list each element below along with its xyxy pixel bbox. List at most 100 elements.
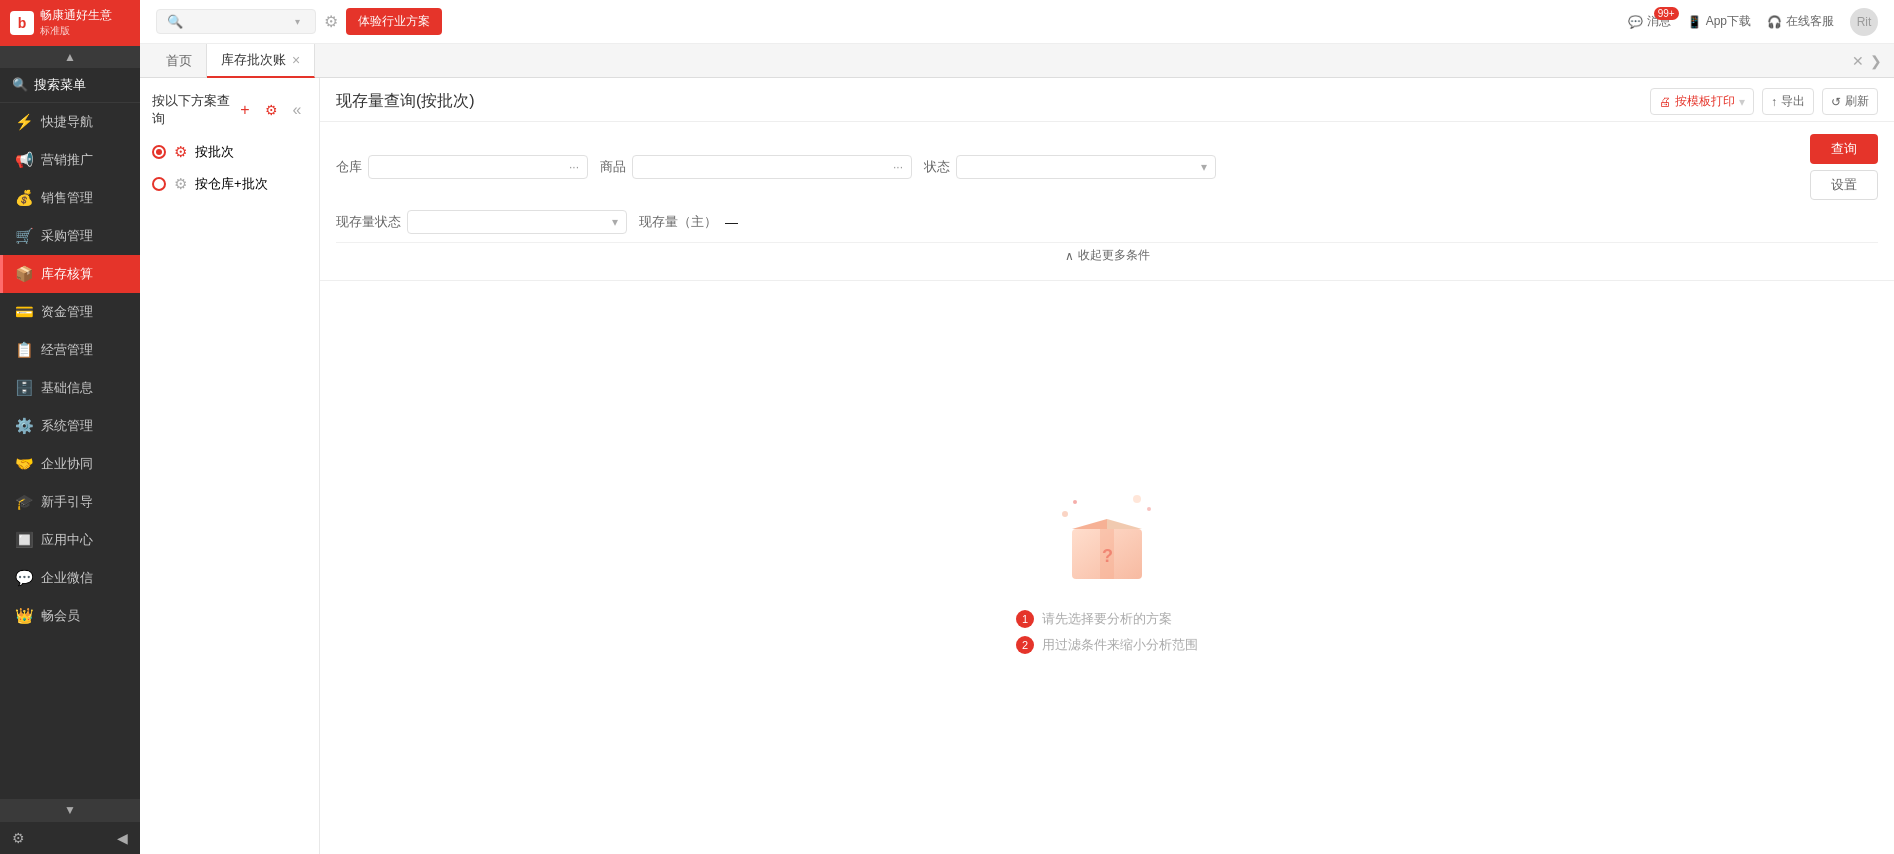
sidebar-item-label: 采购管理 <box>41 227 93 245</box>
sidebar-item-member[interactable]: 👑 畅会员 <box>0 597 140 635</box>
add-scheme-btn[interactable]: + <box>235 100 255 120</box>
left-panel-title: 按以下方案查询 <box>152 92 235 128</box>
status-select[interactable]: ▾ <box>956 155 1216 179</box>
collapse-more-icon: ∧ <box>1065 249 1074 263</box>
scroll-up-btn[interactable]: ▲ <box>0 46 140 68</box>
hint-item-1: 1 请先选择要分析的方案 <box>1016 610 1198 628</box>
sidebar-item-appstore[interactable]: 🔲 应用中心 <box>0 521 140 559</box>
wechat-icon: 💬 <box>15 569 33 587</box>
refresh-icon: ↺ <box>1831 95 1841 109</box>
status-filter: 状态 ▾ <box>924 155 1216 179</box>
tab-inventory-batch[interactable]: 库存批次账 × <box>207 44 315 78</box>
main-area: 🔍 ▾ ⚙ 体验行业方案 💬 消息 99+ 📱 App下载 🎧 在线客服 <box>140 0 1894 854</box>
appstore-icon: 🔲 <box>15 531 33 549</box>
scroll-down-btn[interactable]: ▼ <box>0 799 140 821</box>
sidebar-item-label: 应用中心 <box>41 531 93 549</box>
refresh-btn-label: 刷新 <box>1845 93 1869 110</box>
sidebar-item-inventory[interactable]: 📦 库存核算 <box>0 255 140 293</box>
collapse-more-btn[interactable]: ∧ 收起更多条件 <box>336 242 1878 268</box>
sidebar-item-purchase[interactable]: 🛒 采购管理 <box>0 217 140 255</box>
search-bar[interactable]: 🔍 ▾ <box>156 9 316 34</box>
phone-icon: 📱 <box>1687 15 1702 29</box>
sidebar-item-sales[interactable]: 💰 销售管理 <box>0 179 140 217</box>
gear-icon[interactable]: ⚙ <box>324 12 338 31</box>
sidebar-item-finance[interactable]: 💳 资金管理 <box>0 293 140 331</box>
version-label: 标准版 <box>40 24 112 38</box>
page-header-actions: 🖨 按模板打印 ▾ ↑ 导出 ↺ 刷新 <box>1650 88 1878 115</box>
qty-range: — <box>725 215 738 230</box>
scheme-by-batch[interactable]: ⚙ 按批次 <box>140 136 319 168</box>
print-arrow-icon[interactable]: ▾ <box>1739 95 1745 109</box>
export-icon: ↑ <box>1771 95 1777 109</box>
warehouse-label: 仓库 <box>336 158 362 176</box>
user-avatar[interactable]: Rit <box>1850 8 1878 36</box>
finance-icon: 💳 <box>15 303 33 321</box>
refresh-btn[interactable]: ↺ 刷新 <box>1822 88 1878 115</box>
enterprise-icon: 🤝 <box>15 455 33 473</box>
sidebar-item-operations[interactable]: 📋 经营管理 <box>0 331 140 369</box>
svg-point-5 <box>1133 495 1141 503</box>
filter-settings-btn[interactable]: 设置 <box>1810 170 1878 200</box>
sidebar-item-marketing[interactable]: 📢 营销推广 <box>0 141 140 179</box>
close-tab-icon[interactable]: × <box>292 52 300 68</box>
user-avatar-text: Rit <box>1857 15 1872 29</box>
sidebar-item-label: 资金管理 <box>41 303 93 321</box>
tab-home[interactable]: 首页 <box>152 44 207 78</box>
tabs-actions: ✕ ❯ <box>1852 53 1882 69</box>
brand-name: 畅康通好生意 <box>40 8 112 24</box>
sidebar-item-newbie[interactable]: 🎓 新手引导 <box>0 483 140 521</box>
qty-dash: — <box>725 215 738 230</box>
sidebar-item-system[interactable]: ⚙️ 系统管理 <box>0 407 140 445</box>
experience-btn[interactable]: 体验行业方案 <box>346 8 442 35</box>
inventory-status-label: 现存量状态 <box>336 213 401 231</box>
system-icon: ⚙️ <box>15 417 33 435</box>
warehouse-filter: 仓库 ··· <box>336 155 588 179</box>
scheme-icon: ⚙ <box>174 143 187 161</box>
basic-icon: 🗄️ <box>15 379 33 397</box>
search-menu-label: 搜索菜单 <box>34 76 86 94</box>
search-input[interactable] <box>189 15 289 29</box>
warehouse-input[interactable]: ··· <box>368 155 588 179</box>
sidebar-item-wechat[interactable]: 💬 企业微信 <box>0 559 140 597</box>
product-more-icon: ··· <box>893 160 903 174</box>
tab-home-label: 首页 <box>166 52 192 70</box>
app-download-btn[interactable]: 📱 App下载 <box>1687 13 1751 30</box>
sidebar-item-basic[interactable]: 🗄️ 基础信息 <box>0 369 140 407</box>
filter-bar: 仓库 ··· 商品 ··· <box>320 122 1894 281</box>
hint-item-2: 2 用过滤条件来缩小分析范围 <box>1016 636 1198 654</box>
online-service-btn[interactable]: 🎧 在线客服 <box>1767 13 1834 30</box>
inventory-status-select[interactable]: ▾ <box>407 210 627 234</box>
search-menu-btn[interactable]: 🔍 搜索菜单 <box>0 68 140 103</box>
sidebar-item-quick-nav[interactable]: ⚡ 快捷导航 <box>0 103 140 141</box>
print-btn[interactable]: 🖨 按模板打印 ▾ <box>1650 88 1754 115</box>
scheme-by-warehouse-batch[interactable]: ⚙ 按仓库+批次 <box>140 168 319 200</box>
qty-filter: 现存量（主） — <box>639 213 738 231</box>
left-panel: 按以下方案查询 + ⚙ « ⚙ 按批次 ⚙ 按仓库+批次 <box>140 78 320 854</box>
messages-btn[interactable]: 💬 消息 99+ <box>1628 13 1671 30</box>
export-btn-label: 导出 <box>1781 93 1805 110</box>
close-all-icon[interactable]: ✕ <box>1852 53 1864 69</box>
status-select-arrow: ▾ <box>1201 160 1207 174</box>
svg-point-4 <box>1147 507 1151 511</box>
messages-badge: 99+ <box>1654 7 1679 20</box>
export-btn[interactable]: ↑ 导出 <box>1762 88 1814 115</box>
sidebar-item-label: 系统管理 <box>41 417 93 435</box>
scheme-settings-btn[interactable]: ⚙ <box>261 100 281 120</box>
sidebar-item-label: 库存核算 <box>41 265 93 283</box>
inventory-status-filter: 现存量状态 ▾ <box>336 210 627 234</box>
warehouse-more-icon: ··· <box>569 160 579 174</box>
print-icon: 🖨 <box>1659 95 1671 109</box>
collapse-panel-btn[interactable]: « <box>287 100 307 120</box>
sidebar-item-label: 畅会员 <box>41 607 80 625</box>
quick-nav-icon: ⚡ <box>15 113 33 131</box>
more-tabs-icon[interactable]: ❯ <box>1870 53 1882 69</box>
sidebar-item-enterprise[interactable]: 🤝 企业协同 <box>0 445 140 483</box>
search-bar-icon: 🔍 <box>167 14 183 29</box>
settings-btn[interactable]: ⚙ <box>12 830 25 846</box>
product-input[interactable]: ··· <box>632 155 912 179</box>
svg-point-6 <box>1073 500 1077 504</box>
collapse-sidebar-btn[interactable]: ◀ <box>117 830 128 846</box>
hint2-text: 用过滤条件来缩小分析范围 <box>1042 636 1198 654</box>
status-label: 状态 <box>924 158 950 176</box>
query-btn[interactable]: 查询 <box>1810 134 1878 164</box>
